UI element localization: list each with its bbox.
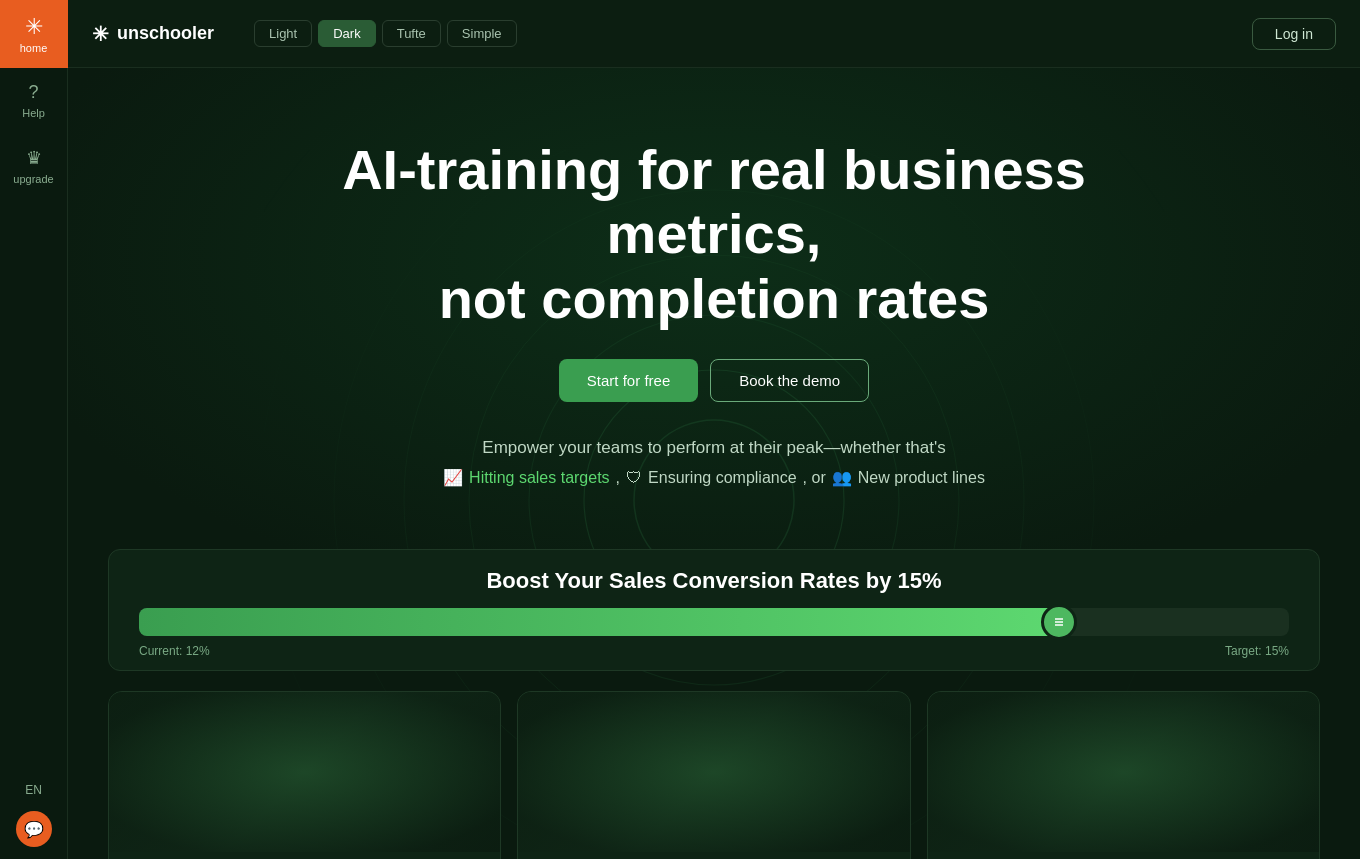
- navbar: ✳ unschooler Light Dark Tufte Simple Log…: [68, 0, 1360, 68]
- card-image-overlay-3: [928, 692, 1319, 852]
- sidebar-upgrade-label: upgrade: [13, 173, 53, 185]
- hero-title-line2: not completion rates: [439, 267, 990, 330]
- boost-labels: Current: 12% Target: 15%: [139, 644, 1289, 658]
- sidebar-item-help[interactable]: ? Help: [0, 68, 68, 133]
- boost-section: Boost Your Sales Conversion Rates by 15%: [68, 549, 1360, 671]
- course-card-3[interactable]: Enhancing Stakeholder Engagement Communi…: [927, 691, 1320, 859]
- chat-button[interactable]: 💬: [16, 811, 52, 847]
- sidebar-item-home[interactable]: ✳ home: [0, 0, 68, 68]
- boost-current-label: Current: 12%: [139, 644, 210, 658]
- question-icon: ?: [28, 82, 38, 103]
- book-demo-button[interactable]: Book the demo: [710, 359, 869, 402]
- card-body-3: Enhancing Stakeholder Engagement Communi…: [928, 852, 1319, 859]
- boost-bar-container: Boost Your Sales Conversion Rates by 15%: [108, 549, 1320, 671]
- hero-features: 📈 Hitting sales targets , 🛡 Ensuring com…: [88, 468, 1340, 487]
- sidebar-help-label: Help: [22, 107, 45, 119]
- course-card-2[interactable]: Communication for Enterprise Sales Sales…: [517, 691, 910, 859]
- star-icon: ✳: [25, 14, 43, 40]
- card-body-2: Communication for Enterprise Sales Sales…: [518, 852, 909, 859]
- card-image-overlay-2: [518, 692, 909, 852]
- sidebar: ✳ home ? Help ♛ upgrade EN 💬: [0, 0, 68, 859]
- sidebar-bottom: EN 💬: [0, 777, 68, 859]
- feature3-text: New product lines: [858, 469, 985, 487]
- boost-target-label: Target: 15%: [1225, 644, 1289, 658]
- login-button[interactable]: Log in: [1252, 18, 1336, 50]
- card-image-overlay-1: [109, 692, 500, 852]
- theme-tufte-button[interactable]: Tufte: [382, 20, 441, 47]
- boost-bar-thumb[interactable]: [1041, 604, 1077, 640]
- logo-text: unschooler: [117, 23, 214, 44]
- feature1-icon: 📈: [443, 468, 463, 487]
- theme-buttons: Light Dark Tufte Simple: [254, 20, 517, 47]
- feature2-icon: 🛡: [626, 469, 642, 487]
- hero-section: AI-training for real business metrics, n…: [68, 68, 1360, 549]
- hero-title-line1: AI-training for real business metrics,: [342, 138, 1086, 265]
- logo-icon: ✳: [92, 22, 109, 46]
- card-body-1: Sales Blueprint for Quick Wins Close rat…: [109, 852, 500, 859]
- card-image-2: [518, 692, 909, 852]
- main-content: ✳ unschooler Light Dark Tufte Simple Log…: [68, 0, 1360, 859]
- boost-title: Boost Your Sales Conversion Rates by 15%: [139, 568, 1289, 594]
- hero-buttons: Start for free Book the demo: [88, 359, 1340, 402]
- sidebar-home-label: home: [20, 42, 48, 54]
- theme-simple-button[interactable]: Simple: [447, 20, 517, 47]
- start-free-button[interactable]: Start for free: [559, 359, 698, 402]
- feature3-icon: 👥: [832, 468, 852, 487]
- course-card-1[interactable]: Sales Blueprint for Quick Wins Close rat…: [108, 691, 501, 859]
- content-scroll: AI-training for real business metrics, n…: [68, 68, 1360, 859]
- cards-section: Sales Blueprint for Quick Wins Close rat…: [68, 691, 1360, 859]
- comma2: , or: [803, 469, 826, 487]
- card-image-3: [928, 692, 1319, 852]
- feature1-text: Hitting sales targets: [469, 469, 610, 487]
- boost-bar-fill: [139, 608, 1059, 636]
- feature2-text: Ensuring compliance: [648, 469, 797, 487]
- card-image-1: [109, 692, 500, 852]
- sidebar-item-upgrade[interactable]: ♛ upgrade: [0, 133, 68, 199]
- crown-icon: ♛: [26, 147, 42, 169]
- theme-light-button[interactable]: Light: [254, 20, 312, 47]
- theme-dark-button[interactable]: Dark: [318, 20, 375, 47]
- hero-title: AI-training for real business metrics, n…: [264, 138, 1164, 331]
- logo: ✳ unschooler: [92, 22, 214, 46]
- chat-icon: 💬: [24, 820, 44, 839]
- hero-subtitle: Empower your teams to perform at their p…: [88, 438, 1340, 458]
- slider-icon: [1051, 614, 1067, 630]
- boost-bar-track: [139, 608, 1289, 636]
- language-selector[interactable]: EN: [25, 777, 42, 803]
- comma1: ,: [616, 469, 620, 487]
